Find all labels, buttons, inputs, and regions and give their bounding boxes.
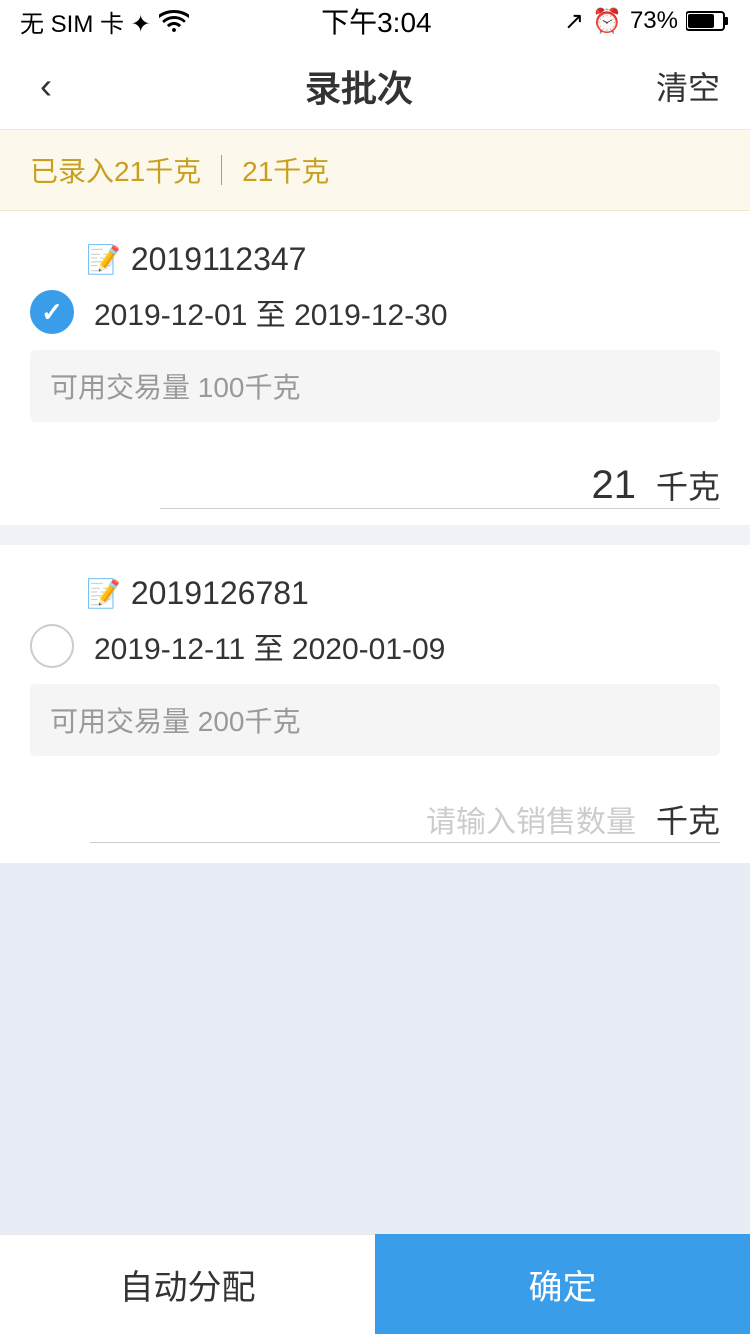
batch-2-date: 2019-12-11 至 2020-01-09 (94, 624, 445, 668)
total-amount: 21千克 (242, 150, 329, 190)
clear-button[interactable]: 清空 (656, 63, 720, 109)
batch-1-quantity-row: 21 千克 (0, 442, 750, 508)
banner-divider (221, 155, 222, 185)
batch-1-row[interactable]: 2019-12-01 至 2019-12-30 (30, 290, 720, 334)
recorded-amount: 已录入21千克 (30, 150, 201, 190)
batch-card-2: 📝 2019126781 2019-12-11 至 2020-01-09 可用交… (0, 545, 750, 776)
back-button[interactable]: ‹ (30, 55, 62, 117)
nav-bar: ‹ 录批次 清空 (0, 42, 750, 130)
page-title: 录批次 (305, 60, 413, 112)
batch-2-input-placeholder: 请输入销售数量 (426, 797, 636, 841)
batch-1-available: 可用交易量 100千克 (30, 350, 720, 422)
batch-1-header: 📝 2019112347 (30, 241, 720, 278)
status-bar: 无 SIM 卡 ✦ 下午3:04 ↗ ⏰ 73% (0, 0, 750, 42)
batch-2-id: 2019126781 (131, 575, 309, 612)
status-bar-left: 无 SIM 卡 ✦ (20, 4, 189, 39)
auto-distribute-button[interactable]: 自动分配 (0, 1234, 375, 1334)
batch-1-quantity-unit: 千克 (656, 462, 720, 508)
info-banner: 已录入21千克 21千克 (0, 130, 750, 211)
batch-2-underline (90, 842, 720, 843)
batch-2-input-row: 请输入销售数量 千克 (0, 776, 750, 842)
batch-1-underline-container (0, 508, 750, 525)
battery-text: 73% (630, 7, 678, 35)
batch-2-input-unit: 千克 (656, 796, 720, 842)
sim-text: 无 SIM 卡 ✦ (20, 4, 151, 39)
batch-2-row[interactable]: 2019-12-11 至 2020-01-09 (30, 624, 720, 668)
batch-1-quantity-value[interactable]: 21 (591, 463, 636, 508)
batch-2-icon: 📝 (86, 577, 121, 610)
bottom-actions: 自动分配 确定 (0, 1234, 750, 1334)
batch-1-radio[interactable] (30, 290, 74, 334)
batch-1-underline (160, 508, 720, 509)
batch-card-1: 📝 2019112347 2019-12-01 至 2019-12-30 可用交… (0, 211, 750, 442)
batch-1-date: 2019-12-01 至 2019-12-30 (94, 290, 448, 334)
batch-2-underline-container (0, 842, 750, 863)
status-bar-right: ↗ ⏰ 73% (564, 7, 730, 36)
wifi-icon (159, 10, 189, 32)
batch-2-header: 📝 2019126781 (30, 575, 720, 612)
status-bar-time: 下午3:04 (321, 1, 432, 41)
batch-2-available: 可用交易量 200千克 (30, 684, 720, 756)
confirm-button[interactable]: 确定 (375, 1234, 750, 1334)
card-divider (0, 525, 750, 545)
batch-1-id: 2019112347 (131, 241, 307, 278)
batch-1-icon: 📝 (86, 243, 121, 276)
alarm-icon: ⏰ (592, 7, 622, 36)
location-icon: ↗ (564, 7, 584, 36)
batch-2-radio[interactable] (30, 624, 74, 668)
battery-icon (686, 10, 730, 32)
